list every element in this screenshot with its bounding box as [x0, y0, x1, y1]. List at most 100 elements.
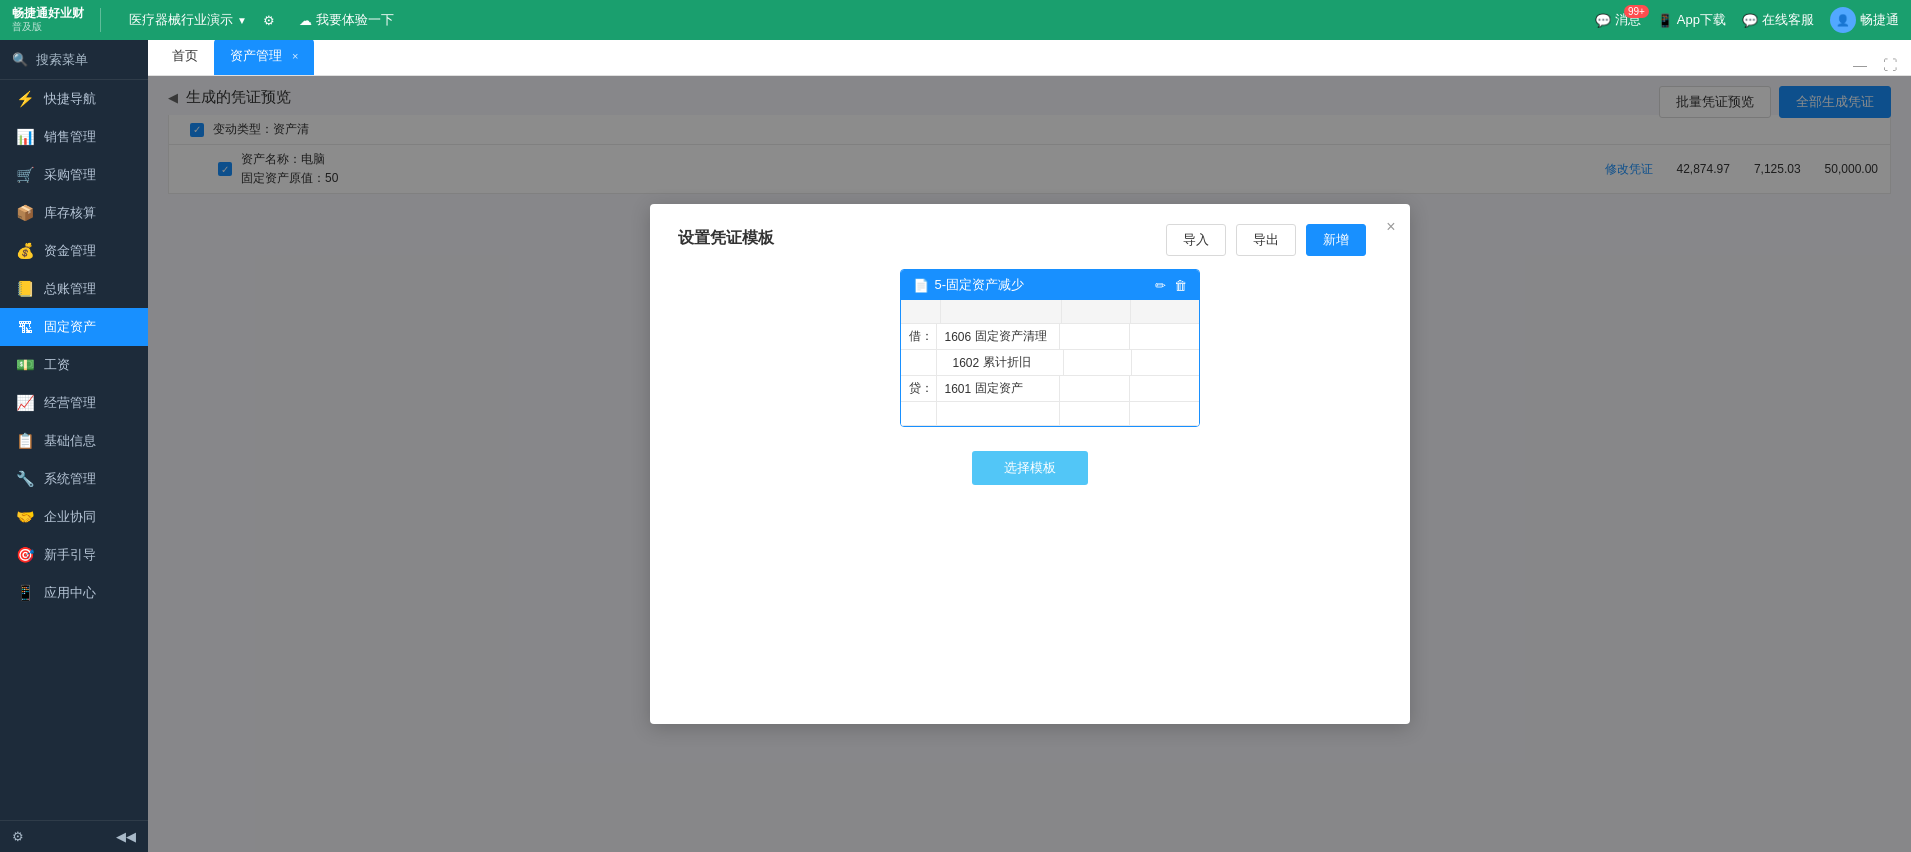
user-btn[interactable]: 👤 畅捷通 — [1830, 7, 1899, 33]
sidebar-item-label: 资金管理 — [44, 242, 96, 260]
settings-icon-btn[interactable]: ⚙ — [255, 6, 283, 34]
modal-title: 设置凭证模板 — [678, 228, 774, 249]
col-account — [941, 300, 1062, 323]
choose-btn-area: 选择模板 — [678, 451, 1382, 485]
sidebar-item-app-center[interactable]: 📱 应用中心 — [0, 574, 148, 612]
window-maximize-btn[interactable]: ⛶ — [1877, 55, 1903, 75]
basic-info-icon: 📋 — [16, 432, 34, 450]
cell-debit-4 — [1060, 402, 1130, 425]
message-icon: 💬 — [1595, 13, 1611, 28]
sidebar-item-label: 经营管理 — [44, 394, 96, 412]
cell-direction-3: 贷： — [901, 376, 937, 401]
tab-asset-mgmt[interactable]: 资产管理 × — [214, 40, 314, 75]
cell-credit-2 — [1132, 350, 1199, 375]
template-card-header-left: 📄 5-固定资产减少 — [913, 276, 1025, 294]
sales-icon: 📊 — [16, 128, 34, 146]
app-download-btn[interactable]: 📱 App下载 — [1657, 11, 1726, 29]
service-icon: 💬 — [1742, 13, 1758, 28]
top-bar-center: 医疗器械行业演示 ▼ ⚙ ☁ 我要体验一下 — [109, 6, 1595, 34]
message-badge: 99+ — [1624, 5, 1649, 18]
sidebar-item-label: 新手引导 — [44, 546, 96, 564]
message-btn[interactable]: 💬 消息 99+ — [1595, 11, 1641, 29]
cell-account-1: 1606 固定资产清理 — [937, 324, 1060, 349]
template-data-row-3: 贷： 1601 固定资产 — [901, 376, 1199, 402]
tab-asset-mgmt-label: 资产管理 — [230, 47, 282, 65]
import-btn[interactable]: 导入 — [1166, 224, 1226, 256]
sidebar-item-label: 基础信息 — [44, 432, 96, 450]
cloud-icon: ☁ — [299, 13, 312, 28]
search-icon: 🔍 — [12, 52, 28, 67]
template-data-row-1: 借： 1606 固定资产清理 — [901, 324, 1199, 350]
cell-account-3: 1601 固定资产 — [937, 376, 1060, 401]
company-selector[interactable]: 医疗器械行业演示 ▼ — [129, 11, 247, 29]
online-service-btn[interactable]: 💬 在线客服 — [1742, 11, 1814, 29]
sidebar-item-ledger[interactable]: 📒 总账管理 — [0, 270, 148, 308]
cell-direction-4 — [901, 402, 937, 425]
template-edit-icon[interactable]: ✏ — [1155, 278, 1166, 293]
cell-credit-4 — [1130, 402, 1199, 425]
cell-direction-2 — [901, 350, 937, 375]
export-btn[interactable]: 导出 — [1236, 224, 1296, 256]
sidebar: 🔍 搜索菜单 ⚡ 快捷导航 📊 销售管理 🛒 采购管理 📦 — [0, 40, 148, 852]
sidebar-item-salary[interactable]: 💵 工资 — [0, 346, 148, 384]
sidebar-item-sales[interactable]: 📊 销售管理 — [0, 118, 148, 156]
sidebar-item-business[interactable]: 📈 经营管理 — [0, 384, 148, 422]
sidebar-scroll[interactable]: ⚡ 快捷导航 📊 销售管理 🛒 采购管理 📦 库存核算 💰 资金管理 — [0, 80, 148, 820]
user-icon: 👤 — [1836, 14, 1850, 27]
sidebar-item-cooperation[interactable]: 🤝 企业协同 — [0, 498, 148, 536]
template-card-header: 📄 5-固定资产减少 ✏ 🗑 — [901, 270, 1199, 300]
cooperation-icon: 🤝 — [16, 508, 34, 526]
sidebar-item-system[interactable]: 🔧 系统管理 — [0, 460, 148, 498]
top-bar-left: 畅捷通好业财 普及版 — [12, 6, 92, 34]
modal-close-btn[interactable]: × — [1386, 218, 1395, 236]
trial-btn[interactable]: ☁ 我要体验一下 — [299, 11, 394, 29]
sidebar-item-capital[interactable]: 💰 资金管理 — [0, 232, 148, 270]
sidebar-search[interactable]: 🔍 搜索菜单 — [12, 51, 136, 69]
download-icon: 📱 — [1657, 13, 1673, 28]
template-name: 5-固定资产减少 — [935, 276, 1025, 294]
sidebar-collapse-btn[interactable]: ◀◀ — [116, 829, 136, 844]
template-delete-icon[interactable]: 🗑 — [1174, 278, 1187, 293]
sidebar-item-label: 销售管理 — [44, 128, 96, 146]
sidebar-header: 🔍 搜索菜单 — [0, 40, 148, 80]
new-btn[interactable]: 新增 — [1306, 224, 1366, 256]
business-icon: 📈 — [16, 394, 34, 412]
sidebar-item-fixed-assets[interactable]: 🏗 固定资产 — [0, 308, 148, 346]
settings-icon: ⚙ — [263, 13, 275, 28]
cell-debit-1 — [1060, 324, 1130, 349]
sidebar-item-inventory[interactable]: 📦 库存核算 — [0, 194, 148, 232]
template-file-icon: 📄 — [913, 278, 929, 293]
tab-home[interactable]: 首页 — [156, 40, 214, 75]
app-edition: 普及版 — [12, 20, 84, 34]
cell-account-2: 1602 累计折旧 — [937, 350, 1064, 375]
sidebar-item-label: 采购管理 — [44, 166, 96, 184]
col-credit — [1131, 300, 1199, 323]
tab-close-icon[interactable]: × — [292, 50, 298, 62]
col-direction — [901, 300, 941, 323]
sidebar-item-label: 企业协同 — [44, 508, 96, 526]
template-data-row-4 — [901, 402, 1199, 426]
system-icon: 🔧 — [16, 470, 34, 488]
sidebar-item-basic-info[interactable]: 📋 基础信息 — [0, 422, 148, 460]
sidebar-item-quick-nav[interactable]: ⚡ 快捷导航 — [0, 80, 148, 118]
choose-template-btn[interactable]: 选择模板 — [972, 451, 1088, 485]
avatar: 👤 — [1830, 7, 1856, 33]
app-download-label: App下载 — [1677, 11, 1726, 29]
inventory-icon: 📦 — [16, 204, 34, 222]
window-minimize-btn[interactable]: — — [1847, 55, 1873, 75]
template-card-body: 借： 1606 固定资产清理 — [901, 300, 1199, 426]
sidebar-settings-btn[interactable]: ⚙ — [12, 829, 24, 844]
ledger-icon: 📒 — [16, 280, 34, 298]
sidebar-item-guide[interactable]: 🎯 新手引导 — [0, 536, 148, 574]
col-debit — [1062, 300, 1131, 323]
modal: × 导入 导出 新增 设置凭证模板 — [650, 204, 1410, 724]
user-label: 畅捷通 — [1860, 11, 1899, 29]
sidebar-item-purchase[interactable]: 🛒 采购管理 — [0, 156, 148, 194]
chevron-down-icon: ▼ — [237, 15, 247, 26]
cell-debit-3 — [1060, 376, 1130, 401]
cell-debit-2 — [1064, 350, 1132, 375]
template-card-actions: ✏ 🗑 — [1155, 278, 1187, 293]
template-header-row — [901, 300, 1199, 324]
sidebar-item-label: 总账管理 — [44, 280, 96, 298]
template-area: 📄 5-固定资产减少 ✏ 🗑 — [678, 269, 1382, 427]
